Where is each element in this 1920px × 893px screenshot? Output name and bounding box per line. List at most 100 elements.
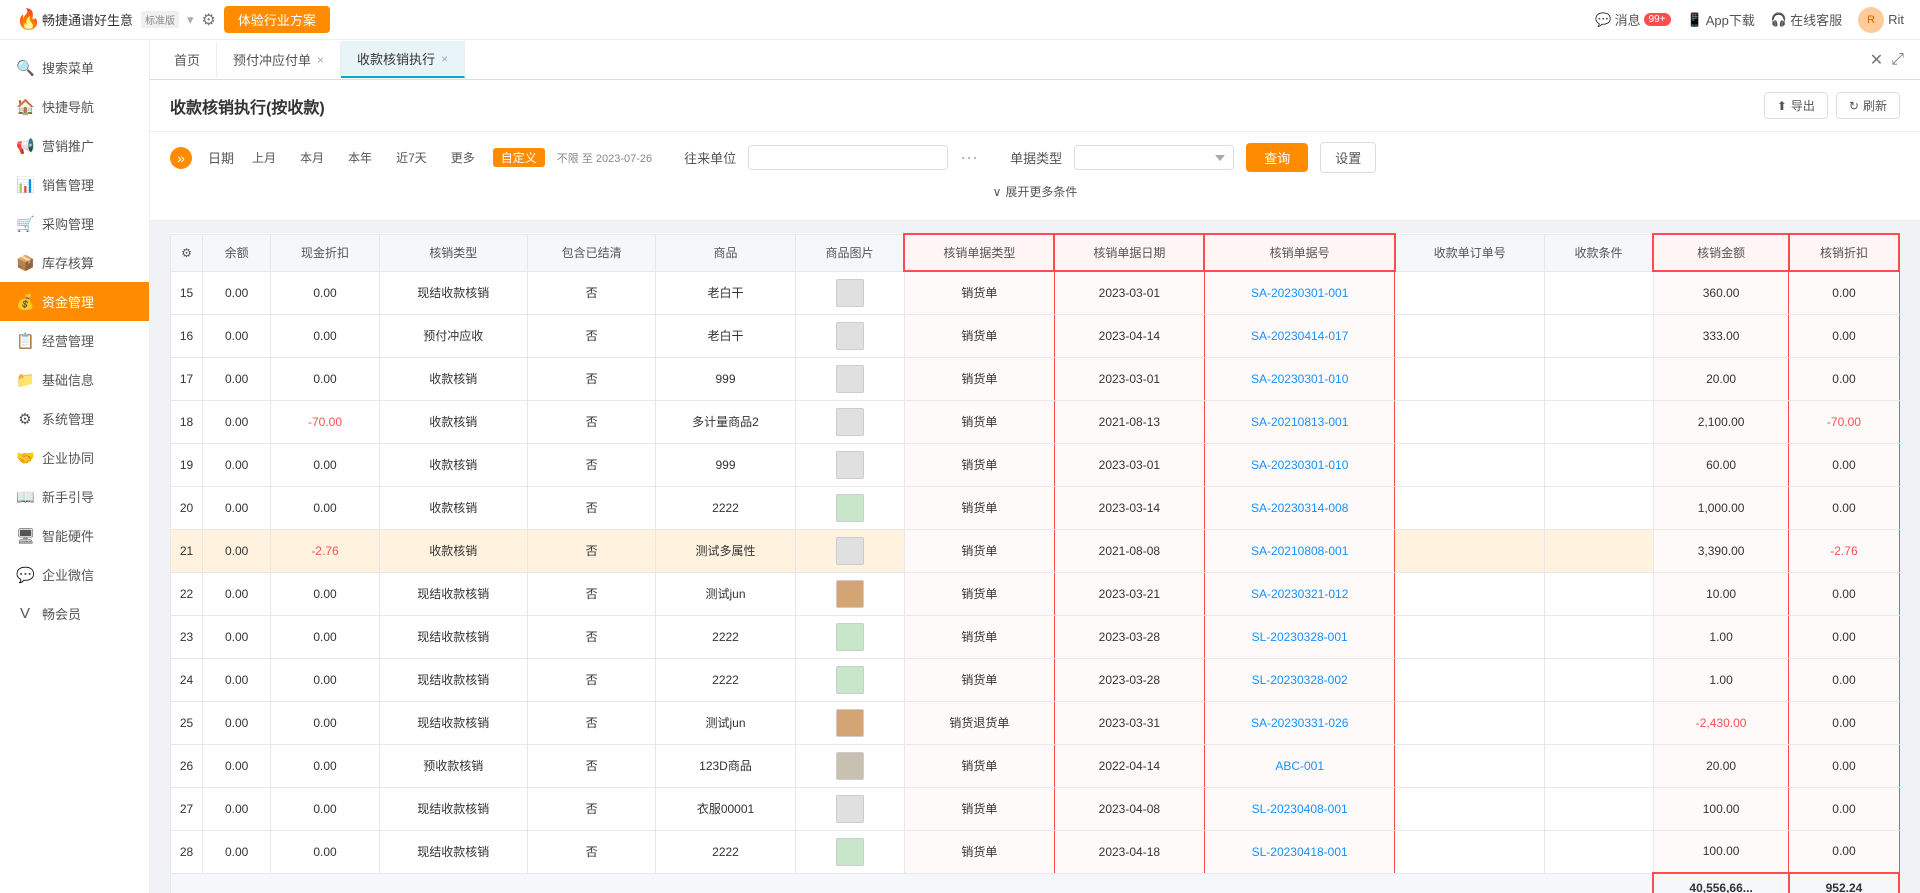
date-more-button[interactable]: 更多 [445, 147, 481, 168]
sidebar-item-5[interactable]: 📦库存核算 [0, 243, 149, 282]
sidebar-item-2[interactable]: 📢营销推广 [0, 126, 149, 165]
td-voucher-type: 销货单 [904, 787, 1054, 830]
voucher-no-link[interactable]: SA-20230301-010 [1251, 372, 1348, 386]
sidebar-icon-3: 📊 [16, 176, 34, 194]
table-scroll[interactable]: ⚙ 余额 现金折扣 核销类型 包含已结清 商品 商品图片 核销单据类型 核销单据… [170, 233, 1900, 893]
sidebar-item-4[interactable]: 🛒采购管理 [0, 204, 149, 243]
sidebar-item-1[interactable]: 🏠快捷导航 [0, 87, 149, 126]
td-pay-condition [1544, 787, 1653, 830]
footer-discount-total: 952.24 [1789, 873, 1899, 893]
td-order-no [1395, 830, 1544, 873]
voucher-no-link[interactable]: SA-20230321-012 [1251, 587, 1348, 601]
td-cash-discount: 0.00 [271, 357, 379, 400]
tab-writeoff-close-icon[interactable]: × [441, 52, 448, 66]
date-last-month-button[interactable]: 上月 [246, 147, 282, 168]
td-voucher-no: SA-20210813-001 [1204, 400, 1395, 443]
voucher-no-link[interactable]: SL-20230328-002 [1252, 673, 1348, 687]
th-writeoff-type: 核销类型 [379, 234, 527, 271]
voucher-no-link[interactable]: SA-20230331-026 [1251, 716, 1348, 730]
industry-solution-button[interactable]: 体验行业方案 [224, 6, 330, 33]
voucher-no-link[interactable]: SL-20230328-001 [1252, 630, 1348, 644]
export-button[interactable]: ⬆ 导出 [1764, 92, 1828, 119]
chevron-down-icon[interactable]: ▾ [187, 12, 194, 28]
td-cash-discount: 0.00 [271, 658, 379, 701]
voucher-no-link[interactable]: SA-20230301-010 [1251, 458, 1348, 472]
date-this-year-button[interactable]: 本年 [342, 147, 378, 168]
app-download-area[interactable]: 📱 App下载 [1687, 10, 1755, 29]
refresh-button[interactable]: ↻ 刷新 [1836, 92, 1900, 119]
td-balance: 0.00 [203, 572, 271, 615]
voucher-no-link[interactable]: SA-20230314-008 [1251, 501, 1348, 515]
sidebar-item-10[interactable]: 🤝企业协同 [0, 438, 149, 477]
voucher-no-link[interactable]: SA-20210813-001 [1251, 415, 1348, 429]
td-voucher-date: 2021-08-13 [1054, 400, 1204, 443]
headset-icon: 🎧 [1771, 12, 1787, 28]
tab-prepay[interactable]: 预付冲应付单 × [217, 42, 341, 77]
sidebar-item-6[interactable]: 💰资金管理 [0, 282, 149, 321]
settings-icon[interactable]: ⚙ [202, 10, 216, 30]
sidebar-item-3[interactable]: 📊销售管理 [0, 165, 149, 204]
sidebar-label-8: 基础信息 [42, 370, 94, 389]
counterparty-input[interactable] [748, 145, 948, 170]
td-cash-discount: 0.00 [271, 443, 379, 486]
expand-more-button[interactable]: ∨ 展开更多条件 [993, 183, 1078, 200]
td-amount: 3,390.00 [1653, 529, 1789, 572]
td-writeoff-type: 现结收款核销 [379, 787, 527, 830]
online-service-area[interactable]: 🎧 在线客服 [1771, 10, 1842, 29]
sidebar-item-9[interactable]: ⚙系统管理 [0, 399, 149, 438]
main-content: 首页 预付冲应付单 × 收款核销执行 × ✕ ⤢ 收款核销执行(按收款) [150, 40, 1920, 893]
sidebar-item-7[interactable]: 📋经营管理 [0, 321, 149, 360]
sidebar-item-12[interactable]: 🖥智能硬件 [0, 516, 149, 555]
td-included: 否 [527, 357, 655, 400]
sidebar-label-12: 智能硬件 [42, 526, 94, 545]
voucher-no-link[interactable]: SL-20230418-001 [1252, 845, 1348, 859]
td-voucher-no: SL-20230328-002 [1204, 658, 1395, 701]
voucher-no-link[interactable]: SA-20230414-017 [1251, 329, 1348, 343]
date-custom-button[interactable]: 自定义 [493, 148, 545, 167]
th-gear[interactable]: ⚙ [171, 234, 203, 271]
td-pay-condition [1544, 400, 1653, 443]
mobile-icon: 📱 [1687, 12, 1703, 28]
voucher-no-link[interactable]: SL-20230408-001 [1252, 802, 1348, 816]
gear-icon[interactable]: ⚙ [181, 246, 192, 260]
td-order-no [1395, 529, 1544, 572]
tab-writeoff[interactable]: 收款核销执行 × [341, 41, 465, 78]
td-included: 否 [527, 744, 655, 787]
counterparty-dots-icon[interactable]: ··· [960, 147, 978, 168]
tab-prepay-close-icon[interactable]: × [317, 53, 324, 67]
sidebar-item-0[interactable]: 🔍搜索菜单 [0, 48, 149, 87]
td-voucher-date: 2023-03-31 [1054, 701, 1204, 744]
window-expand-button[interactable]: ⤢ [1891, 50, 1904, 70]
tab-home[interactable]: 首页 [158, 42, 217, 77]
td-goods: 测试jun [656, 701, 795, 744]
td-pay-condition [1544, 314, 1653, 357]
td-goods-img [795, 443, 904, 486]
td-voucher-no: SL-20230408-001 [1204, 787, 1395, 830]
table-footer-row: 40,556,66... 952.24 [171, 873, 1900, 893]
date-7days-button[interactable]: 近7天 [390, 147, 433, 168]
user-avatar[interactable]: R Rit [1858, 7, 1904, 33]
table-row: 28 0.00 0.00 现结收款核销 否 2222 销货单 2023-04-1… [171, 830, 1900, 873]
sidebar-item-11[interactable]: 📖新手引导 [0, 477, 149, 516]
td-voucher-date: 2023-04-14 [1054, 314, 1204, 357]
td-voucher-type: 销货单 [904, 271, 1054, 314]
voucher-no-link[interactable]: SA-20230301-001 [1251, 286, 1348, 300]
sidebar-item-14[interactable]: V畅会员 [0, 594, 149, 633]
query-button[interactable]: 查询 [1246, 143, 1308, 172]
voucher-no-link[interactable]: SA-20210808-001 [1251, 544, 1348, 558]
sidebar-label-13: 企业微信 [42, 565, 94, 584]
user-name: Rit [1888, 12, 1904, 27]
td-voucher-no: SL-20230418-001 [1204, 830, 1395, 873]
setting-button[interactable]: 设置 [1320, 142, 1376, 173]
filter-toggle-button[interactable]: » [170, 147, 192, 169]
date-this-month-button[interactable]: 本月 [294, 147, 330, 168]
td-order-no [1395, 443, 1544, 486]
window-close-button[interactable]: ✕ [1870, 50, 1883, 70]
td-voucher-date: 2023-03-01 [1054, 443, 1204, 486]
sidebar-item-13[interactable]: 💬企业微信 [0, 555, 149, 594]
sidebar-item-8[interactable]: 📁基础信息 [0, 360, 149, 399]
voucher-type-select[interactable] [1074, 145, 1234, 170]
notification-area[interactable]: 💬 消息 99+ [1595, 10, 1670, 29]
td-order-no [1395, 271, 1544, 314]
voucher-no-link[interactable]: ABC-001 [1275, 759, 1324, 773]
